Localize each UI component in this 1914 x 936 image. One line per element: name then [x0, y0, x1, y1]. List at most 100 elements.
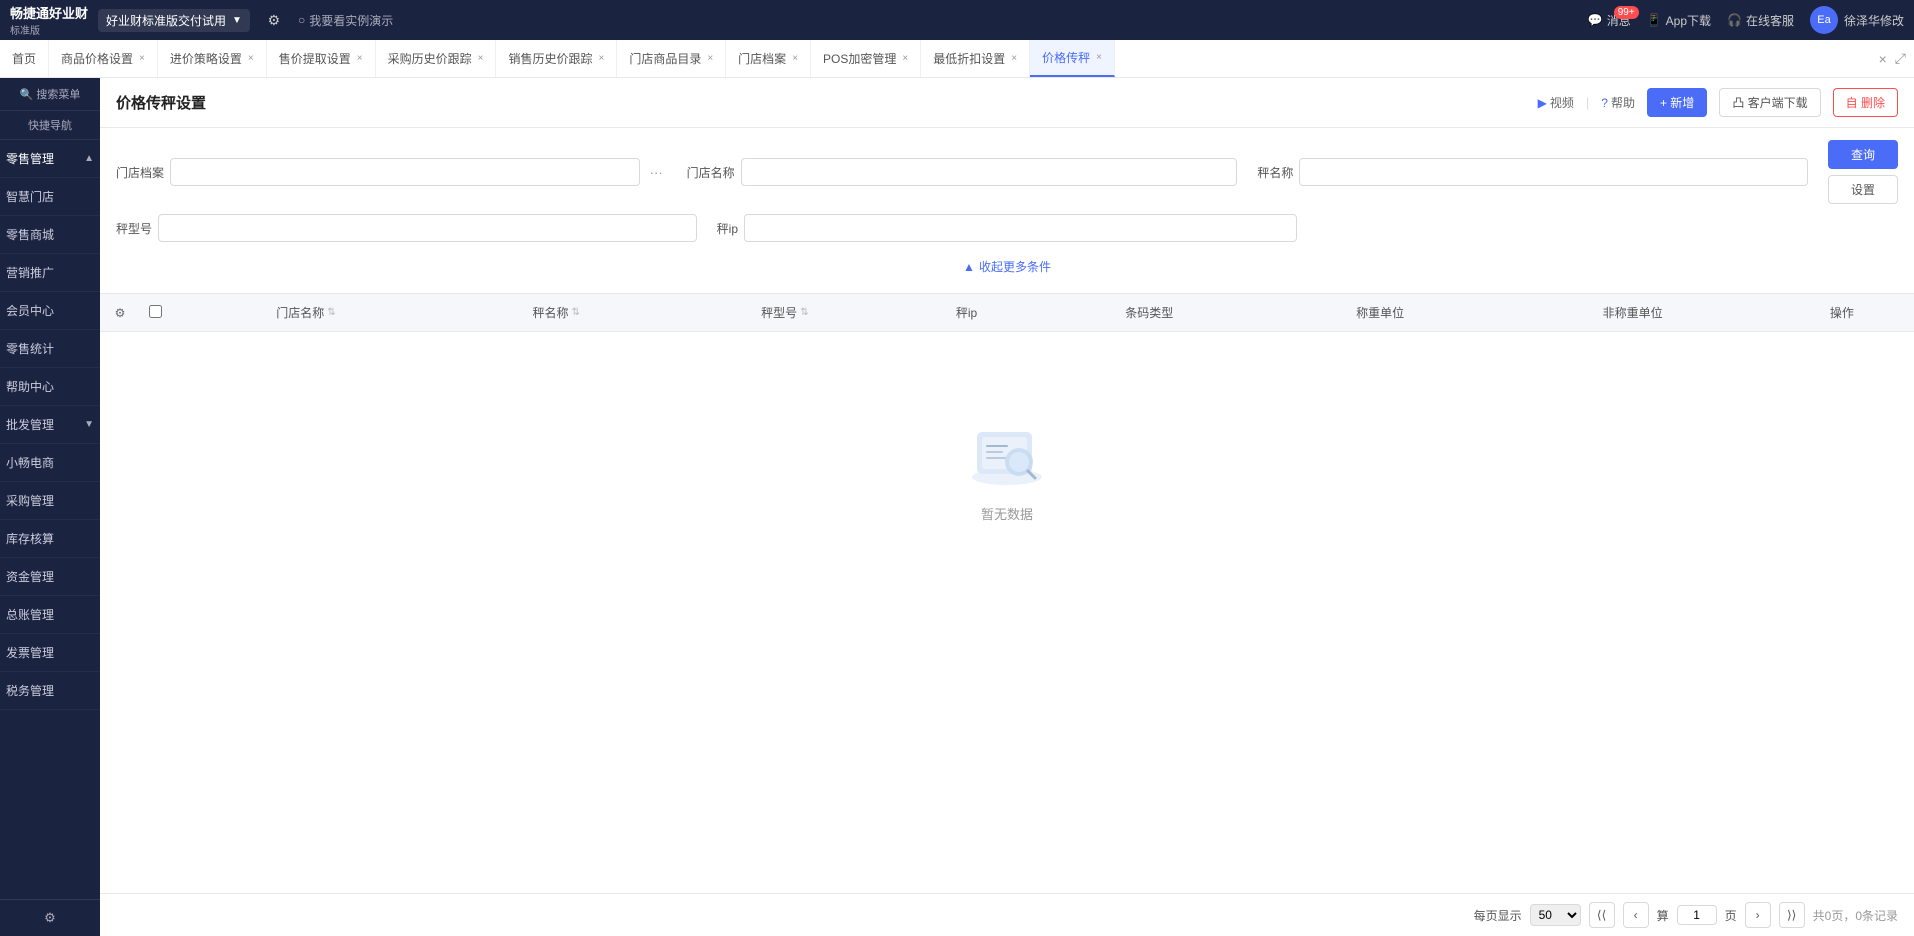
first-page-button[interactable]: ⟨⟨ [1589, 902, 1615, 928]
app-download-label: App下载 [1666, 12, 1711, 29]
close-icon[interactable]: × [248, 53, 254, 64]
version-dropdown[interactable]: 好业财标准版交付试用 ▼ [98, 9, 250, 32]
message-button[interactable]: 💬 消息 99+ [1588, 12, 1631, 29]
download-button[interactable]: 凸 客户端下载 [1719, 88, 1820, 117]
close-icon[interactable]: × [902, 53, 908, 64]
sidebar-item-marketing[interactable]: 营销推广 [0, 254, 100, 292]
close-icon[interactable]: × [357, 53, 363, 64]
th-settings[interactable]: ⚙ [100, 294, 140, 332]
th-scale-model[interactable]: 秤型号 ⇅ [671, 294, 900, 332]
sidebar-item-inventory[interactable]: 库存核算 [0, 520, 100, 558]
store-name-input[interactable] [741, 158, 1238, 186]
delete-button[interactable]: 自 删除 [1833, 88, 1898, 117]
sidebar-item-retail-stats[interactable]: 零售统计 [0, 330, 100, 368]
tab-pos-mgmt[interactable]: POS加密管理 × [811, 40, 921, 77]
th-scale-name[interactable]: 秤名称 ⇅ [442, 294, 671, 332]
download-button-label: 凸 客户端下载 [1732, 94, 1807, 111]
empty-state: 暂无数据 [100, 332, 1914, 603]
sidebar-settings[interactable]: ⚙ [0, 899, 100, 936]
prev-page-button[interactable]: ‹ [1623, 902, 1649, 928]
help-link[interactable]: ? 帮助 [1601, 94, 1635, 111]
tab-store-file[interactable]: 门店档案 × [726, 40, 811, 77]
sidebar-item-general-ledger[interactable]: 总账管理 [0, 596, 100, 634]
tab-min-discount[interactable]: 最低折扣设置 × [921, 40, 1030, 77]
pagination-bar: 每页显示 10 20 50 100 ⟨⟨ ‹ 算 页 › ⟩⟩ 共0页，0条记录 [100, 893, 1914, 936]
tab-store-catalog[interactable]: 门店商品目录 × [617, 40, 726, 77]
sidebar-label-wholesale-mgmt: 批发管理 [6, 416, 54, 433]
expand-tabs-icon[interactable]: ⤢ [1895, 50, 1906, 67]
next-page-button[interactable]: › [1745, 902, 1771, 928]
sidebar-item-help-center[interactable]: 帮助中心 [0, 368, 100, 406]
th-barcode-type-label: 条码类型 [1125, 306, 1173, 320]
filter-action-col: 查询 设置 [1828, 140, 1898, 204]
tab-sale-price[interactable]: 售价提取设置 × [267, 40, 376, 77]
tab-goods-price[interactable]: 商品价格设置 × [49, 40, 158, 77]
expand-icon: ▲ [84, 153, 94, 164]
scale-model-input[interactable] [158, 214, 697, 242]
store-file-dots[interactable]: ··· [646, 165, 667, 180]
close-icon[interactable]: × [707, 53, 713, 64]
th-weight-unit-label: 称重单位 [1356, 306, 1404, 320]
sidebar-label-general-ledger: 总账管理 [6, 606, 54, 623]
sidebar-item-smart-store[interactable]: 智慧门店 [0, 178, 100, 216]
tab-store-file-label: 门店档案 [738, 50, 786, 67]
page-header: 价格传秤设置 ▶ 视频 | ? 帮助 + 新增 凸 客户端下载 自 [100, 78, 1914, 128]
sidebar-label-finance: 资金管理 [6, 568, 54, 585]
sidebar-item-tax[interactable]: 税务管理 [0, 672, 100, 710]
scale-name-input[interactable] [1299, 158, 1808, 186]
delete-button-label: 自 删除 [1846, 94, 1885, 111]
add-button[interactable]: + 新增 [1647, 88, 1707, 117]
video-link[interactable]: ▶ 视频 [1538, 94, 1574, 111]
th-scale-model-label: 秤型号 [761, 304, 797, 321]
th-action-label: 操作 [1830, 306, 1854, 320]
sidebar-item-invoice[interactable]: 发票管理 [0, 634, 100, 672]
online-service-button[interactable]: 🎧 在线客服 [1727, 12, 1794, 29]
tab-price-transfer[interactable]: 价格传秤 × [1030, 40, 1115, 77]
store-file-input[interactable] [170, 158, 640, 186]
filter-settings-button[interactable]: 设置 [1828, 175, 1898, 204]
settings-icon: ⚙ [115, 306, 126, 320]
sidebar-item-wholesale-mgmt[interactable]: 批发管理 ▼ [0, 406, 100, 444]
sidebar-search[interactable]: 🔍 搜索菜单 [0, 78, 100, 111]
tab-price-transfer-label: 价格传秤 [1042, 49, 1090, 66]
app-download-button[interactable]: 📱 App下载 [1647, 12, 1711, 29]
page-size-select[interactable]: 10 20 50 100 [1530, 904, 1581, 926]
sidebar-item-small-ecom[interactable]: 小畅电商 [0, 444, 100, 482]
store-file-label: 门店档案 [116, 164, 164, 181]
user-profile[interactable]: Ea 徐泽华修改 [1810, 6, 1904, 34]
close-all-icon[interactable]: × [1879, 51, 1887, 67]
tab-store-catalog-label: 门店商品目录 [629, 50, 701, 67]
tab-purchase-strategy[interactable]: 进价策略设置 × [158, 40, 267, 77]
current-page-input[interactable] [1677, 905, 1717, 925]
sidebar-quick-nav[interactable]: 快捷导航 [0, 111, 100, 140]
tab-sale-history-label: 销售历史价跟踪 [508, 50, 592, 67]
collapse-button[interactable]: ▲ 收起更多条件 [957, 252, 1057, 281]
close-icon[interactable]: × [1096, 52, 1102, 63]
tab-sale-history[interactable]: 销售历史价跟踪 × [496, 40, 617, 77]
sidebar-item-purchase-mgmt[interactable]: 采购管理 [0, 482, 100, 520]
sidebar-item-finance[interactable]: 资金管理 [0, 558, 100, 596]
tab-home[interactable]: 首页 [0, 40, 49, 77]
filter-store-file: 门店档案 ··· [116, 158, 667, 186]
scale-model-label: 秤型号 [116, 220, 152, 237]
query-button[interactable]: 查询 [1828, 140, 1898, 169]
sidebar-item-retail-mall[interactable]: 零售商城 [0, 216, 100, 254]
settings-button[interactable]: ⚙ [260, 6, 288, 34]
message-badge: 99+ [1614, 6, 1639, 19]
close-icon[interactable]: × [139, 53, 145, 64]
th-store-name[interactable]: 门店名称 ⇅ [170, 294, 442, 332]
close-icon[interactable]: × [1011, 53, 1017, 64]
demo-link[interactable]: 我要看实例演示 [298, 12, 393, 29]
close-icon[interactable]: × [792, 53, 798, 64]
total-info: 共0页，0条记录 [1813, 907, 1898, 924]
sort-icon: ⇅ [572, 307, 580, 318]
close-icon[interactable]: × [598, 53, 604, 64]
scale-ip-input[interactable] [744, 214, 1297, 242]
close-icon[interactable]: × [478, 53, 484, 64]
tab-purchase-history[interactable]: 采购历史价跟踪 × [376, 40, 497, 77]
sidebar-item-retail-mgmt[interactable]: 零售管理 ▲ [0, 140, 100, 178]
tab-min-discount-label: 最低折扣设置 [933, 50, 1005, 67]
sidebar-item-member[interactable]: 会员中心 [0, 292, 100, 330]
last-page-button[interactable]: ⟩⟩ [1779, 902, 1805, 928]
select-all-checkbox[interactable] [149, 305, 162, 318]
